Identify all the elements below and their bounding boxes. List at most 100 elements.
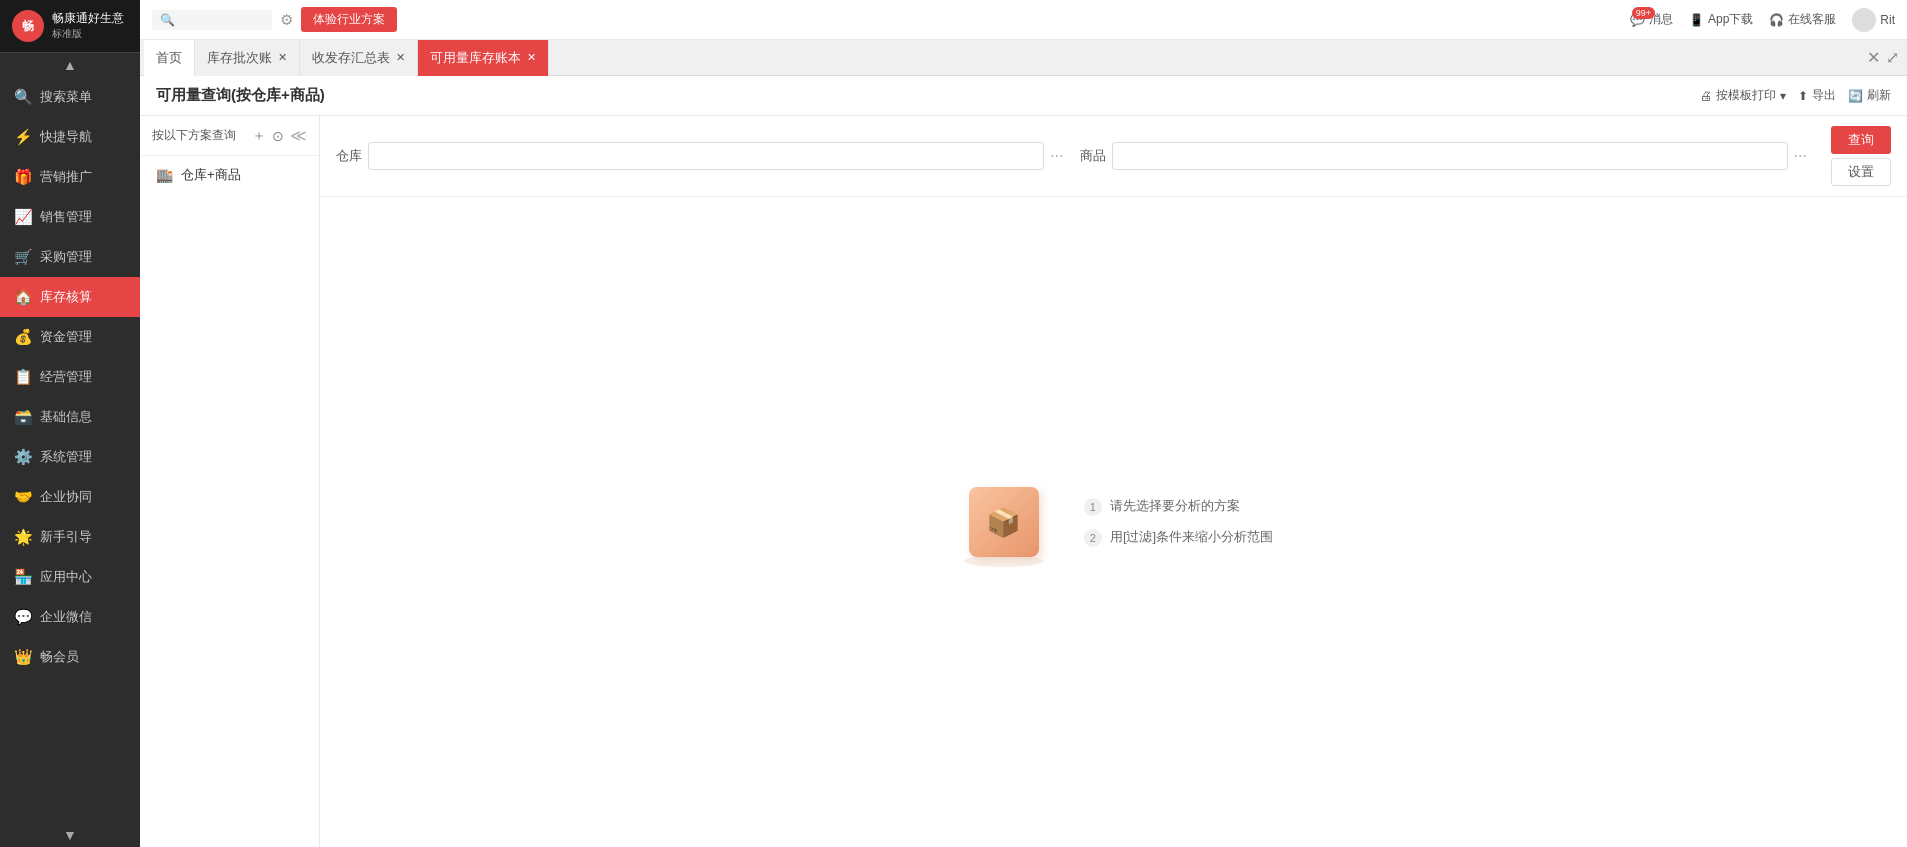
topbar-right: 💬 99+ 消息 📱 App下载 🎧 在线客服 Rit bbox=[1630, 8, 1895, 32]
chat-icon: 💬 bbox=[14, 608, 32, 626]
warehouse-query-field: 仓库 ··· bbox=[336, 142, 1064, 170]
sidebar-item-label: 营销推广 bbox=[40, 168, 92, 186]
sidebar-item-label: 采购管理 bbox=[40, 248, 92, 266]
sidebar-item-member[interactable]: 👑 畅会员 bbox=[0, 637, 140, 677]
box-illustration: 📦 bbox=[969, 487, 1039, 557]
sidebar-item-label: 系统管理 bbox=[40, 448, 92, 466]
folder-icon: 🗃️ bbox=[14, 408, 32, 426]
sidebar-item-label: 资金管理 bbox=[40, 328, 92, 346]
message-button[interactable]: 💬 99+ 消息 bbox=[1630, 11, 1673, 28]
query-button[interactable]: 查询 bbox=[1831, 126, 1891, 154]
warehouse-more-icon[interactable]: ··· bbox=[1050, 147, 1063, 165]
setting-button[interactable]: 设置 bbox=[1831, 158, 1891, 186]
tab-maximize-button[interactable]: ⤢ bbox=[1886, 48, 1899, 67]
tab-available-ledger-label: 可用量库存账本 bbox=[430, 49, 521, 67]
user-avatar[interactable]: Rit bbox=[1852, 8, 1895, 32]
sidebar-item-newcomer[interactable]: 🌟 新手引导 bbox=[0, 517, 140, 557]
print-template-button[interactable]: 🖨 按模板打印 ▾ bbox=[1700, 87, 1786, 104]
empty-state: 📦 1 请先选择要分析的方案 2 用[过滤]条件来缩小分析范围 bbox=[320, 197, 1907, 847]
tab-collect-summary[interactable]: 收发存汇总表 ✕ bbox=[300, 40, 418, 76]
sidebar-item-wechat[interactable]: 💬 企业微信 bbox=[0, 597, 140, 637]
sidebar-item-enterprise[interactable]: 🤝 企业协同 bbox=[0, 477, 140, 517]
app-download-label: App下载 bbox=[1708, 11, 1753, 28]
sidebar-item-marketing[interactable]: 🎁 营销推广 bbox=[0, 157, 140, 197]
tabs-right-actions: ✕ ⤢ bbox=[1867, 48, 1907, 67]
filter-item-label: 仓库+商品 bbox=[181, 166, 241, 184]
sidebar-item-operations[interactable]: 📋 经营管理 bbox=[0, 357, 140, 397]
online-service-button[interactable]: 🎧 在线客服 bbox=[1769, 11, 1836, 28]
gear-icon: ⚙️ bbox=[14, 448, 32, 466]
tab-home[interactable]: 首页 bbox=[144, 40, 195, 76]
export-button[interactable]: ⬆ 导出 bbox=[1798, 87, 1836, 104]
filter-header-label: 按以下方案查询 bbox=[152, 127, 236, 144]
sidebar-item-app-center[interactable]: 🏪 应用中心 bbox=[0, 557, 140, 597]
sidebar-item-finance[interactable]: 💰 资金管理 bbox=[0, 317, 140, 357]
tab-available-ledger-close-icon[interactable]: ✕ bbox=[527, 51, 536, 64]
warehouse-input[interactable] bbox=[368, 142, 1044, 170]
settings-icon[interactable]: ⚙ bbox=[280, 11, 293, 29]
filter-add-button[interactable]: ＋ bbox=[252, 126, 266, 145]
sidebar-item-shortcut[interactable]: ⚡ 快捷导航 bbox=[0, 117, 140, 157]
industry-solution-button[interactable]: 体验行业方案 bbox=[301, 7, 397, 32]
sidebar-logo: 畅 bbox=[12, 10, 44, 42]
tab-batch-account[interactable]: 库存批次账 ✕ bbox=[195, 40, 300, 76]
tab-available-ledger[interactable]: 可用量库存账本 ✕ bbox=[418, 40, 549, 76]
cart-icon: 🛒 bbox=[14, 248, 32, 266]
sidebar-item-inventory[interactable]: 🏠 库存核算 bbox=[0, 277, 140, 317]
filter-panel: 按以下方案查询 ＋ ⊙ ≪ 🏬 仓库+商品 bbox=[140, 116, 320, 847]
clipboard-icon: 📋 bbox=[14, 368, 32, 386]
sidebar-edition: 标准版 bbox=[52, 27, 124, 41]
warehouse-label: 仓库 bbox=[336, 147, 362, 165]
filter-item-warehouse-goods[interactable]: 🏬 仓库+商品 bbox=[140, 156, 319, 194]
print-chevron-down-icon[interactable]: ▾ bbox=[1780, 89, 1786, 103]
tip-text-2: 用[过滤]条件来缩小分析范围 bbox=[1110, 528, 1273, 546]
filter-settings-button[interactable]: ⊙ bbox=[272, 126, 284, 145]
tab-batch-account-close-icon[interactable]: ✕ bbox=[278, 51, 287, 64]
tabs-bar: 首页 库存批次账 ✕ 收发存汇总表 ✕ 可用量库存账本 ✕ ✕ ⤢ bbox=[140, 40, 1907, 76]
sidebar-item-label: 经营管理 bbox=[40, 368, 92, 386]
export-icon: ⬆ bbox=[1798, 89, 1808, 103]
message-badge-wrapper: 💬 99+ bbox=[1630, 13, 1645, 27]
sidebar-company-name: 畅康通好生意 bbox=[52, 11, 124, 27]
goods-more-icon[interactable]: ··· bbox=[1794, 147, 1807, 165]
sidebar-item-label: 企业协同 bbox=[40, 488, 92, 506]
sidebar-item-sales[interactable]: 📈 销售管理 bbox=[0, 197, 140, 237]
tip-item-1: 1 请先选择要分析的方案 bbox=[1084, 497, 1273, 516]
tab-collect-summary-close-icon[interactable]: ✕ bbox=[396, 51, 405, 64]
goods-label: 商品 bbox=[1080, 147, 1106, 165]
search-icon-topbar: 🔍 bbox=[160, 13, 175, 27]
sidebar-item-label: 应用中心 bbox=[40, 568, 92, 586]
sidebar-item-label: 销售管理 bbox=[40, 208, 92, 226]
warehouse-goods-icon: 🏬 bbox=[156, 167, 173, 183]
print-icon: 🖨 bbox=[1700, 89, 1712, 103]
filter-collapse-button[interactable]: ≪ bbox=[290, 126, 307, 145]
gift-icon: 🎁 bbox=[14, 168, 32, 186]
search-icon: 🔍 bbox=[14, 88, 32, 106]
sidebar-item-search[interactable]: 🔍 搜索菜单 bbox=[0, 77, 140, 117]
sidebar-scroll-up[interactable]: ▲ bbox=[0, 53, 140, 77]
message-count-badge: 99+ bbox=[1632, 7, 1655, 19]
tab-collect-summary-label: 收发存汇总表 bbox=[312, 49, 390, 67]
tab-home-label: 首页 bbox=[156, 49, 182, 67]
app-download-button[interactable]: 📱 App下载 bbox=[1689, 11, 1753, 28]
tab-close-all-button[interactable]: ✕ bbox=[1867, 48, 1880, 67]
print-label: 按模板打印 bbox=[1716, 87, 1776, 104]
sidebar-scroll-down[interactable]: ▼ bbox=[0, 823, 140, 847]
page-header: 可用量查询(按仓库+商品) 🖨 按模板打印 ▾ ⬆ 导出 🔄 刷新 bbox=[140, 76, 1907, 116]
sidebar-item-label: 基础信息 bbox=[40, 408, 92, 426]
star-icon: 🌟 bbox=[14, 528, 32, 546]
topbar-search[interactable]: 🔍 bbox=[152, 10, 272, 30]
avatar bbox=[1852, 8, 1876, 32]
sidebar-item-label: 新手引导 bbox=[40, 528, 92, 546]
sidebar-item-basic-info[interactable]: 🗃️ 基础信息 bbox=[0, 397, 140, 437]
tip-number-2: 2 bbox=[1084, 529, 1102, 547]
tip-text-1: 请先选择要分析的方案 bbox=[1110, 497, 1240, 515]
sidebar-item-label: 企业微信 bbox=[40, 608, 92, 626]
refresh-button[interactable]: 🔄 刷新 bbox=[1848, 87, 1891, 104]
sidebar-item-purchase[interactable]: 🛒 采购管理 bbox=[0, 237, 140, 277]
goods-input[interactable] bbox=[1112, 142, 1788, 170]
refresh-icon: 🔄 bbox=[1848, 89, 1863, 103]
service-label: 在线客服 bbox=[1788, 11, 1836, 28]
sidebar-item-system[interactable]: ⚙️ 系统管理 bbox=[0, 437, 140, 477]
empty-tips: 1 请先选择要分析的方案 2 用[过滤]条件来缩小分析范围 bbox=[1084, 497, 1273, 547]
